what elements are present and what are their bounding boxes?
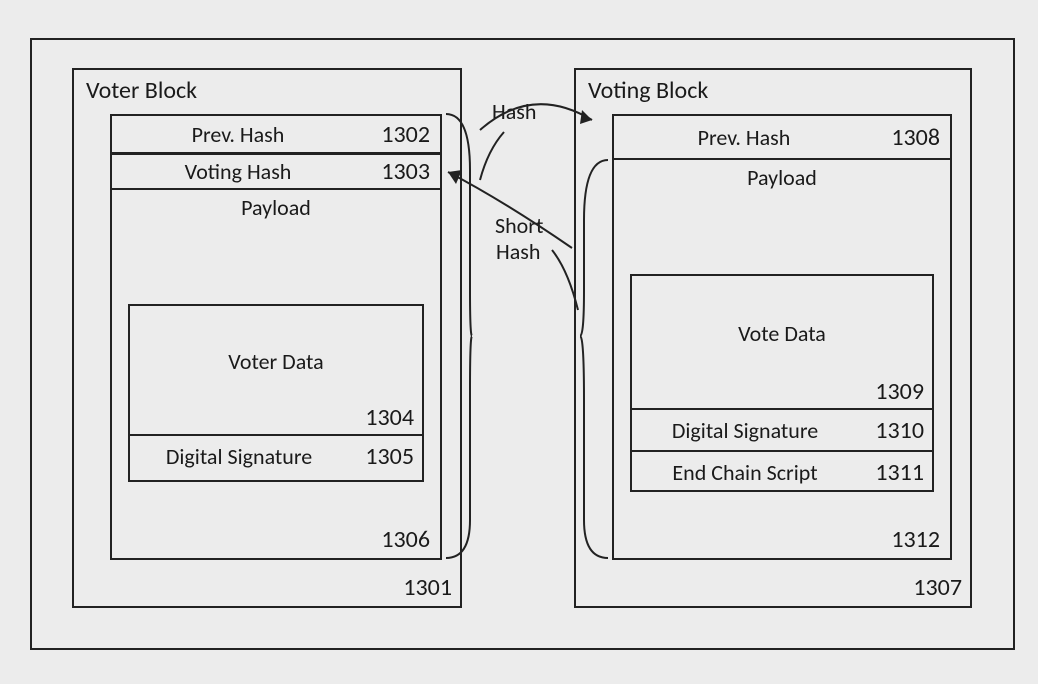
voter-sig-ref: 1305 <box>348 442 414 471</box>
vote-data-main: Vote Data 1309 <box>632 276 932 408</box>
voter-block-title: Voter Block <box>86 76 197 105</box>
diagram-canvas: Voter Block 1301 Prev. Hash 1302 Voting … <box>30 38 1015 650</box>
voting-block-title: Voting Block <box>588 76 708 105</box>
voter-data-box: Voter Data 1304 Digital Signature 1305 <box>128 304 424 482</box>
voter-data-main-ref: 1304 <box>365 403 414 432</box>
voting-end-row: End Chain Script 1311 <box>632 450 932 492</box>
voting-payload-ref: 1312 <box>891 525 940 554</box>
voting-sig-ref: 1310 <box>858 416 924 445</box>
voting-block-inner: Prev. Hash 1308 Payload Vote Data 1309 D… <box>612 114 952 560</box>
voter-payload-label: Payload <box>112 194 440 221</box>
voting-end-ref: 1311 <box>858 458 924 487</box>
voting-block-ref: 1307 <box>913 573 962 602</box>
voter-block-inner: Prev. Hash 1302 Voting Hash 1303 Payload… <box>110 114 442 560</box>
short-hash-label-line2: Hash <box>496 238 540 265</box>
voter-voting-hash-label: Voting Hash <box>112 158 364 185</box>
voter-data-main: Voter Data 1304 <box>130 306 422 434</box>
vote-data-main-label: Vote Data <box>738 320 826 347</box>
voter-block: Voter Block 1301 Prev. Hash 1302 Voting … <box>72 68 462 608</box>
hash-label-pointer <box>480 132 504 180</box>
voter-prev-hash-row: Prev. Hash 1302 <box>112 116 440 154</box>
voter-payload-ref: 1306 <box>381 525 430 554</box>
voter-block-ref: 1301 <box>403 573 452 602</box>
voting-prev-hash-label: Prev. Hash <box>614 124 874 151</box>
voter-prev-hash-label: Prev. Hash <box>112 121 364 148</box>
voter-sig-label: Digital Signature <box>130 443 348 470</box>
voting-sig-row: Digital Signature 1310 <box>632 408 932 450</box>
voter-voting-hash-ref: 1303 <box>364 157 430 186</box>
voter-voting-hash-row: Voting Hash 1303 <box>112 152 440 190</box>
voting-sig-label: Digital Signature <box>632 417 858 444</box>
voter-sig-row: Digital Signature 1305 <box>130 434 422 476</box>
voting-data-box: Vote Data 1309 Digital Signature 1310 En… <box>630 274 934 492</box>
hash-label: Hash <box>492 98 536 125</box>
voting-prev-hash-row: Prev. Hash 1308 <box>614 116 950 160</box>
voting-prev-hash-ref: 1308 <box>874 123 940 152</box>
voting-end-label: End Chain Script <box>632 459 858 486</box>
short-hash-label-line1: Short <box>495 212 543 239</box>
voting-block: Voting Block 1307 Prev. Hash 1308 Payloa… <box>574 68 972 608</box>
voter-data-main-label: Voter Data <box>228 348 323 375</box>
voter-prev-hash-ref: 1302 <box>364 120 430 149</box>
voting-payload-label: Payload <box>614 164 950 191</box>
vote-data-main-ref: 1309 <box>875 377 924 406</box>
